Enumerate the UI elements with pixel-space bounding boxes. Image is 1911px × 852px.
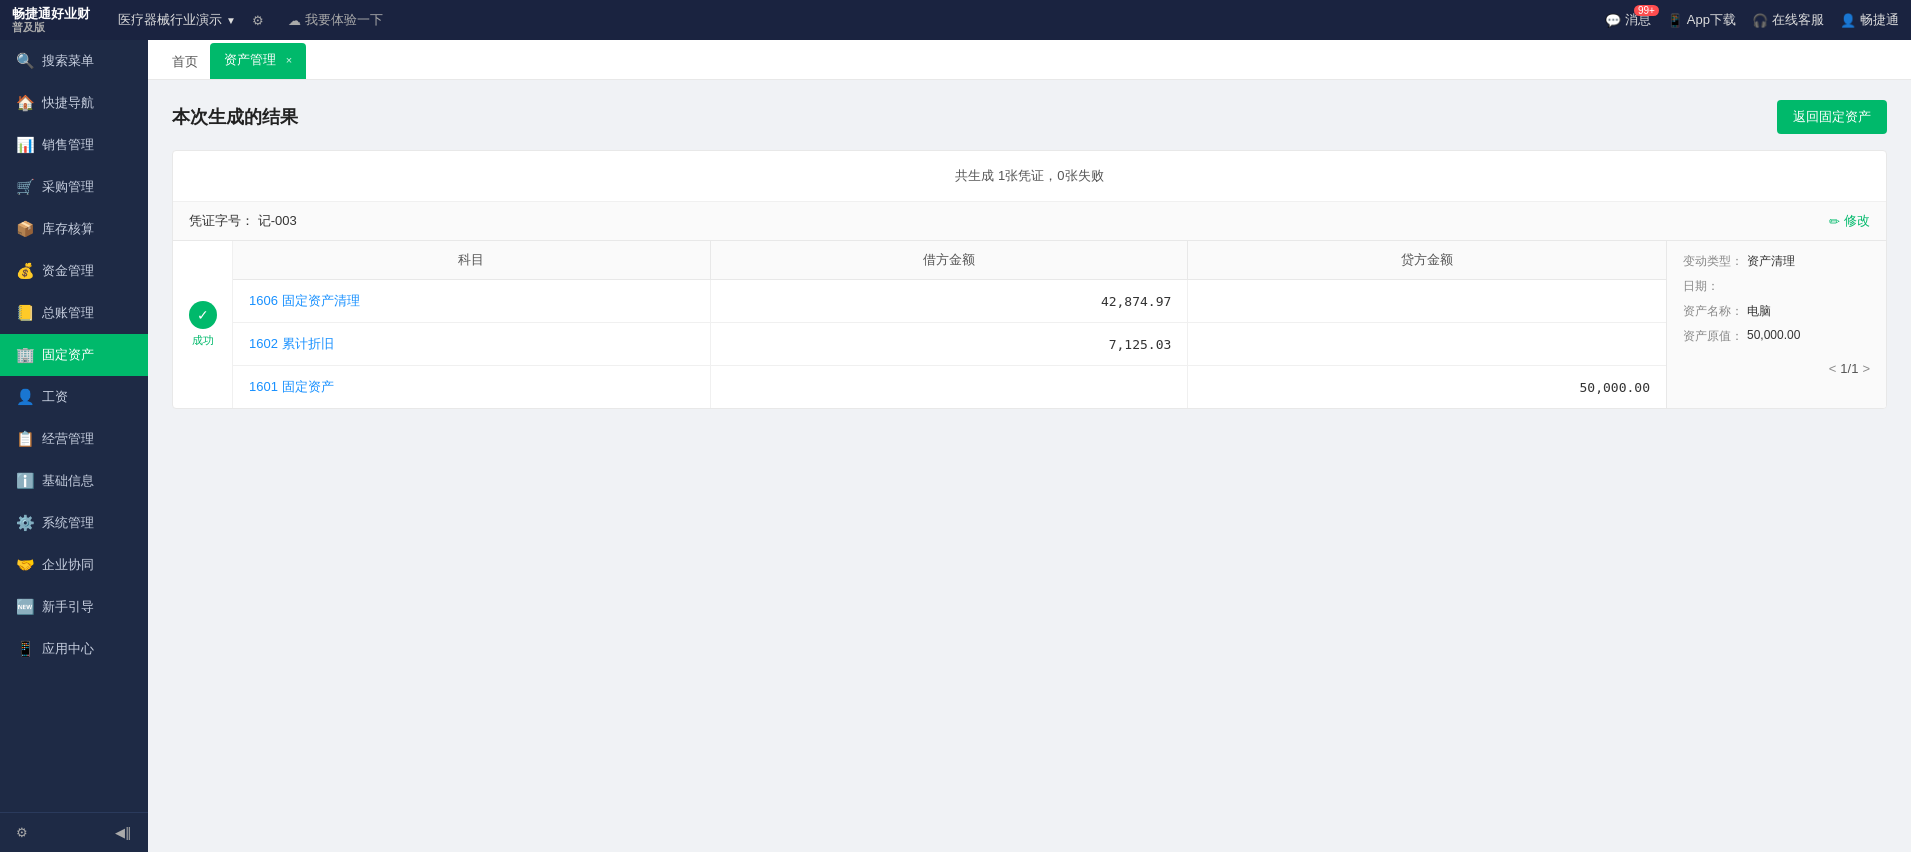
topbar-left: 畅捷通好业财 普及版 医疗器械行业演示 ▼ ⚙ ☁ 我要体验一下 xyxy=(12,6,383,35)
table-row: 1602 累计折旧 7,125.03 xyxy=(233,323,1666,366)
debit-cell-0: 42,874.97 xyxy=(711,280,1189,322)
status-column: ✓ 成功 xyxy=(173,241,233,408)
project-settings-button[interactable]: ⚙ xyxy=(244,6,272,34)
debit-cell-2 xyxy=(711,366,1189,408)
inventory-icon: 📦 xyxy=(16,220,34,238)
message-icon: 💬 xyxy=(1605,13,1621,28)
pagination: < 1/1 > xyxy=(1683,353,1870,384)
app-download-button[interactable]: 📱 App下载 xyxy=(1667,11,1736,29)
messages-badge: 99+ xyxy=(1634,5,1659,16)
debit-cell-1: 7,125.03 xyxy=(711,323,1189,365)
voucher-table: 科目 借方金额 贷方金额 1606 固定资产清理 42,874.97 1602 … xyxy=(233,241,1666,408)
table-header: 科目 借方金额 贷方金额 xyxy=(233,241,1666,280)
system-icon: ⚙️ xyxy=(16,514,34,532)
subject-cell-0[interactable]: 1606 固定资产清理 xyxy=(233,280,711,322)
user-menu-button[interactable]: 👤 畅捷通 xyxy=(1840,11,1899,29)
project-dropdown-arrow: ▼ xyxy=(226,15,236,26)
edit-voucher-button[interactable]: ✏ 修改 xyxy=(1829,212,1870,230)
guide-icon: 🆕 xyxy=(16,598,34,616)
edit-icon: ✏ xyxy=(1829,214,1840,229)
app-download-icon: 📱 xyxy=(1667,13,1683,28)
sidebar-item-fixed-assets[interactable]: 🏢 固定资产 xyxy=(0,334,148,376)
app-center-icon: 📱 xyxy=(16,640,34,658)
search-icon: 🔍 xyxy=(16,52,34,70)
finance-icon: 💰 xyxy=(16,262,34,280)
operations-icon: 📋 xyxy=(16,430,34,448)
col-header-debit: 借方金额 xyxy=(711,241,1189,279)
online-service-button[interactable]: 🎧 在线客服 xyxy=(1752,11,1824,29)
page-header: 本次生成的结果 返回固定资产 xyxy=(172,100,1887,134)
experience-button[interactable]: ☁ 我要体验一下 xyxy=(288,11,383,29)
success-icon: ✓ xyxy=(189,301,217,329)
main-layout: 🔍 搜索菜单 🏠 快捷导航 📊 销售管理 🛒 采购管理 📦 库存核算 💰 xyxy=(0,40,1911,852)
table-row: 1601 固定资产 50,000.00 xyxy=(233,366,1666,408)
sidebar-item-operations[interactable]: 📋 经营管理 xyxy=(0,418,148,460)
right-info-panel: 变动类型： 资产清理 日期： 资产名称： 电脑 资产原值： xyxy=(1666,241,1886,408)
credit-cell-2: 50,000.00 xyxy=(1188,366,1666,408)
subject-cell-2[interactable]: 1601 固定资产 xyxy=(233,366,711,408)
sidebar-settings-icon[interactable]: ⚙ xyxy=(16,825,28,840)
page-content: 本次生成的结果 返回固定资产 共生成 1张凭证，0张失败 凭证字号： 记-003… xyxy=(148,80,1911,852)
tab-bar: 首页 资产管理 × xyxy=(148,40,1911,80)
change-type-row: 变动类型： 资产清理 xyxy=(1683,253,1870,270)
tab-close-icon[interactable]: × xyxy=(286,54,292,66)
col-header-subject: 科目 xyxy=(233,241,711,279)
credit-cell-1 xyxy=(1188,323,1666,365)
voucher-body: ✓ 成功 科目 借方金额 贷方金额 1606 固定资产清理 xyxy=(173,241,1886,408)
table-with-status: ✓ 成功 科目 借方金额 贷方金额 1606 固定资产清理 xyxy=(173,241,1666,408)
sidebar-item-purchase[interactable]: 🛒 采购管理 xyxy=(0,166,148,208)
enterprise-icon: 🤝 xyxy=(16,556,34,574)
service-icon: 🎧 xyxy=(1752,13,1768,28)
sidebar-item-ledger[interactable]: 📒 总账管理 xyxy=(0,292,148,334)
topbar-right: 💬 消息 99+ 📱 App下载 🎧 在线客服 👤 畅捷通 xyxy=(1605,11,1899,29)
subject-cell-1[interactable]: 1602 累计折旧 xyxy=(233,323,711,365)
sidebar-item-quick-nav[interactable]: 🏠 快捷导航 xyxy=(0,82,148,124)
asset-name-row: 资产名称： 电脑 xyxy=(1683,303,1870,320)
sidebar-bottom: ⚙ ◀‖ xyxy=(0,812,148,852)
sidebar: 🔍 搜索菜单 🏠 快捷导航 📊 销售管理 🛒 采购管理 📦 库存核算 💰 xyxy=(0,40,148,852)
messages-button[interactable]: 💬 消息 99+ xyxy=(1605,11,1651,29)
sidebar-scroll: 🔍 搜索菜单 🏠 快捷导航 📊 销售管理 🛒 采购管理 📦 库存核算 💰 xyxy=(0,40,148,812)
page-indicator: 1/1 xyxy=(1840,361,1858,376)
success-label: 成功 xyxy=(192,333,214,348)
date-row: 日期： xyxy=(1683,278,1870,295)
content-area: 首页 资产管理 × 本次生成的结果 返回固定资产 共生成 1张凭证，0张失败 凭… xyxy=(148,40,1911,852)
basic-info-icon: ℹ️ xyxy=(16,472,34,490)
next-page-button[interactable]: > xyxy=(1862,361,1870,376)
fixed-assets-icon: 🏢 xyxy=(16,346,34,364)
sidebar-item-payroll[interactable]: 👤 工资 xyxy=(0,376,148,418)
credit-cell-0 xyxy=(1188,280,1666,322)
sales-icon: 📊 xyxy=(16,136,34,154)
voucher-number: 凭证字号： 记-003 xyxy=(189,212,297,230)
sidebar-item-app-center[interactable]: 📱 应用中心 xyxy=(0,628,148,670)
topbar: 畅捷通好业财 普及版 医疗器械行业演示 ▼ ⚙ ☁ 我要体验一下 💬 消息 99… xyxy=(0,0,1911,40)
project-selector[interactable]: 医疗器械行业演示 ▼ xyxy=(118,11,236,29)
sidebar-item-sales[interactable]: 📊 销售管理 xyxy=(0,124,148,166)
sidebar-item-guide[interactable]: 🆕 新手引导 xyxy=(0,586,148,628)
prev-page-button[interactable]: < xyxy=(1829,361,1837,376)
tab-asset-management[interactable]: 资产管理 × xyxy=(210,43,306,79)
tab-home[interactable]: 首页 xyxy=(164,45,206,79)
purchase-icon: 🛒 xyxy=(16,178,34,196)
result-panel: 共生成 1张凭证，0张失败 凭证字号： 记-003 ✏ 修改 xyxy=(172,150,1887,409)
sidebar-item-finance[interactable]: 💰 资金管理 xyxy=(0,250,148,292)
result-summary: 共生成 1张凭证，0张失败 xyxy=(173,151,1886,202)
home-icon: 🏠 xyxy=(16,94,34,112)
return-button[interactable]: 返回固定资产 xyxy=(1777,100,1887,134)
app-logo: 畅捷通好业财 普及版 xyxy=(12,6,90,35)
col-header-credit: 贷方金额 xyxy=(1188,241,1666,279)
payroll-icon: 👤 xyxy=(16,388,34,406)
sidebar-collapse-icon[interactable]: ◀‖ xyxy=(115,825,132,840)
sidebar-item-system[interactable]: ⚙️ 系统管理 xyxy=(0,502,148,544)
user-avatar-icon: 👤 xyxy=(1840,13,1856,28)
asset-value-row: 资产原值： 50,000.00 xyxy=(1683,328,1870,345)
sidebar-item-basic-info[interactable]: ℹ️ 基础信息 xyxy=(0,460,148,502)
voucher-header: 凭证字号： 记-003 ✏ 修改 xyxy=(173,202,1886,241)
ledger-icon: 📒 xyxy=(16,304,34,322)
page-title: 本次生成的结果 xyxy=(172,105,298,129)
sidebar-item-enterprise[interactable]: 🤝 企业协同 xyxy=(0,544,148,586)
sidebar-item-search[interactable]: 🔍 搜索菜单 xyxy=(0,40,148,82)
sidebar-item-inventory[interactable]: 📦 库存核算 xyxy=(0,208,148,250)
table-row: 1606 固定资产清理 42,874.97 xyxy=(233,280,1666,323)
